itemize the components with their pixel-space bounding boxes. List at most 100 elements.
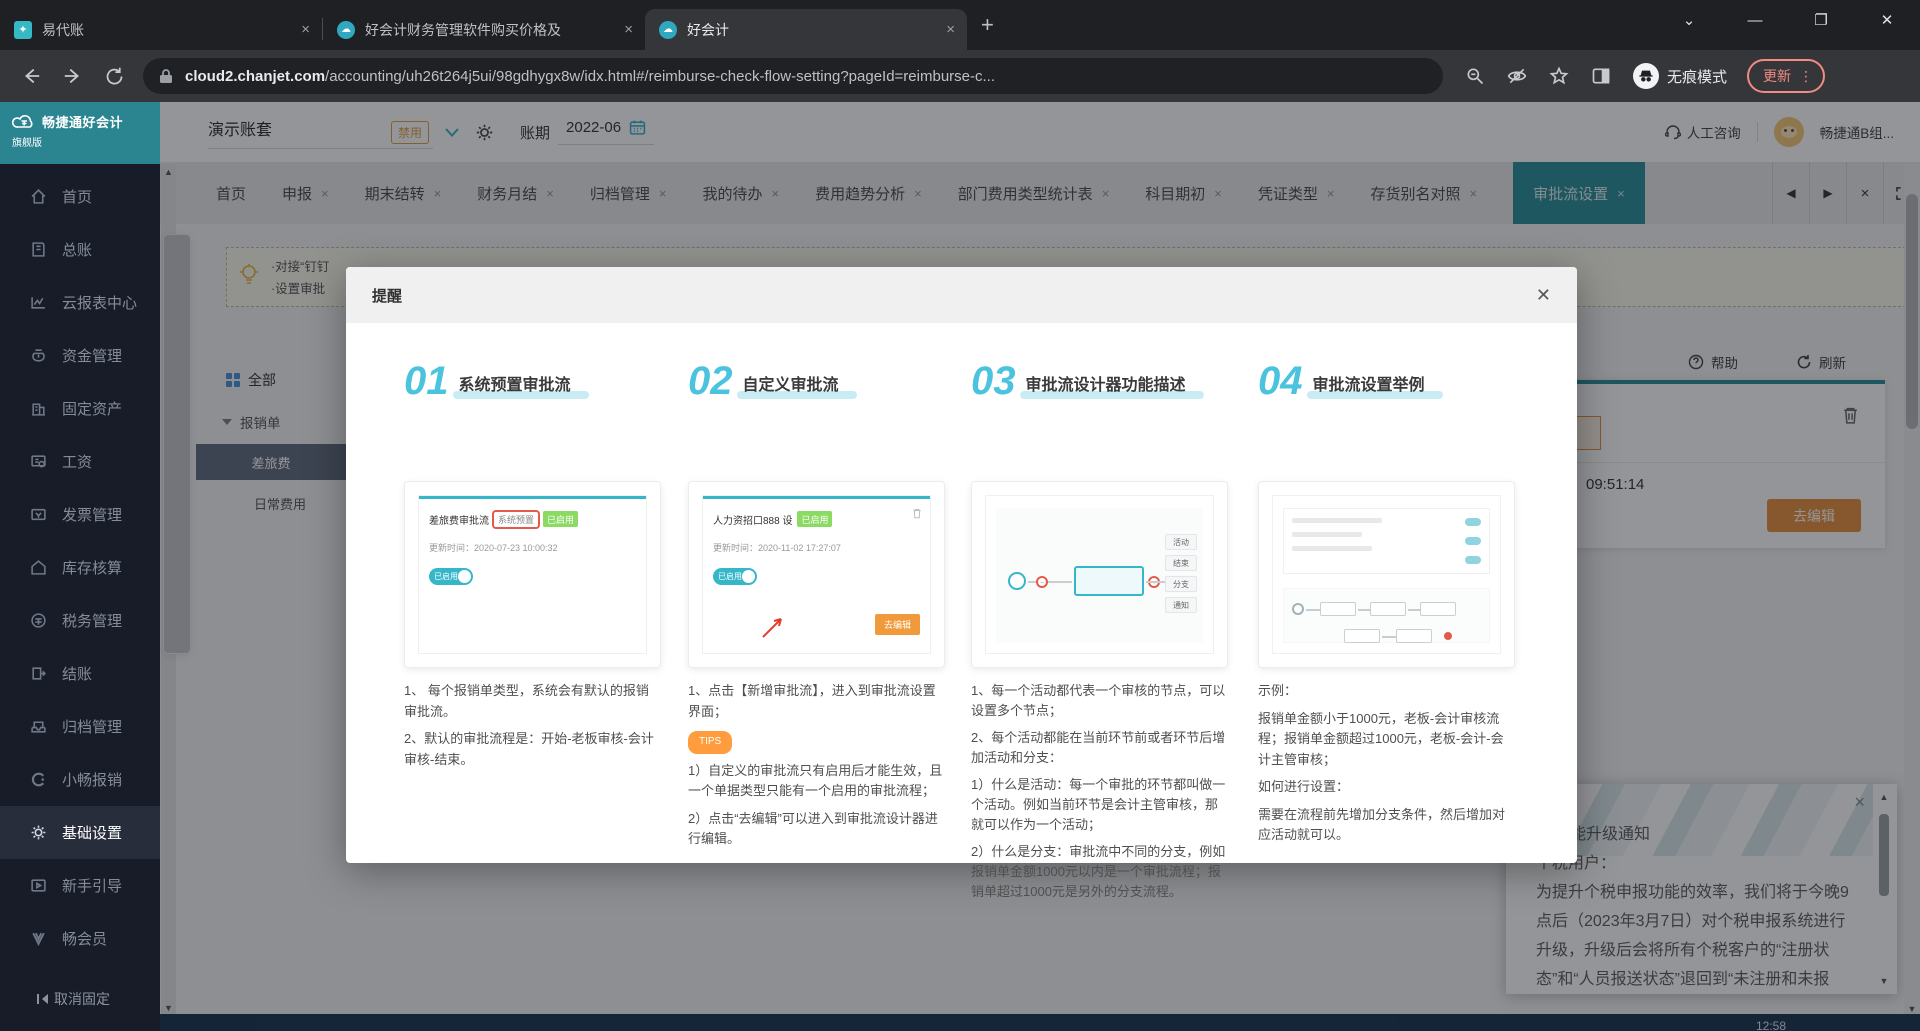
money-bag-icon [30,347,47,364]
reload-button[interactable] [104,66,125,87]
sidebar-item-tax[interactable]: 税务管理 [0,594,160,647]
enabled-chip: 已启用 [797,511,832,527]
step-header: 02 自定义审批流 [688,355,945,399]
address-bar[interactable]: cloud2.chanjet.com/accounting/uh26t264j5… [143,58,1443,94]
sidebar-item-cloud-reports[interactable]: 云报表中心 [0,276,160,329]
step-text: 1、每一个活动都代表一个审核的节点，可以设置多个节点； 2、每个活动都能在当前环… [971,681,1228,909]
sidebar-item-label: 税务管理 [62,610,122,631]
payroll-icon [30,453,47,470]
haokuaiji-favicon-icon: ☁ [659,21,677,39]
privacy-eye-icon[interactable] [1507,66,1527,86]
step-line: 示例： [1258,681,1515,702]
building-icon [30,400,47,417]
window-controls: ⌄ — ❐ ✕ [1656,0,1920,40]
browser-tab-strip: ✦ 易代账 × ☁ 好会计财务管理软件购买价格及 × ☁ 好会计 × + ⌄ —… [0,0,1920,50]
step-line: 2）点击“去编辑”可以进入到审批流设计器进行编辑。 [688,809,945,850]
unpin-label: 取消固定 [54,989,110,1009]
preset-chip: 系统预置 [494,512,538,527]
sidebar-item-funds[interactable]: 资金管理 [0,329,160,382]
modal-title: 提醒 [372,285,402,306]
incognito-label: 无痕模式 [1667,66,1727,87]
side-panel-icon[interactable] [1591,66,1611,86]
sidebar-item-settings[interactable]: 基础设置 [0,806,160,859]
step-number: 01 [404,363,449,399]
sidebar-item-invoices[interactable]: 发票管理 [0,488,160,541]
step-column-3: 03 审批流设计器功能描述 − + 活动 结束 分支 [971,355,1228,399]
step-line: 1）自定义的审批流只有启用后才能生效，且一个单据类型只能有一个启用的审批流程； [688,761,945,802]
reimburse-icon [30,771,47,788]
sidebar-item-onboarding[interactable]: 新手引导 [0,859,160,912]
maximize-button[interactable]: ❐ [1788,11,1854,29]
tips-badge: TIPS [688,731,732,754]
close-window-button[interactable]: ✕ [1854,11,1920,29]
sidebar-item-fixed-assets[interactable]: 固定资产 [0,382,160,435]
sidebar-item-membership[interactable]: 畅会员 [0,912,160,965]
sidebar-item-label: 畅会员 [62,928,107,949]
step-title: 自定义审批流 [739,371,843,395]
step-line: 如何进行设置： [1258,777,1515,798]
step-title: 系统预置审批流 [455,371,575,395]
warehouse-icon [30,559,47,576]
browser-tab[interactable]: ☁ 好会计财务管理软件购买价格及 × [323,9,645,50]
modal-close-icon[interactable]: ✕ [1536,285,1551,306]
url-path: /accounting/uh26t264j5ui/98gdhygx8w/idx.… [325,68,995,85]
sidebar-menu: 首页 总账 云报表中心 资金管理 固定资产 工资 [0,164,160,965]
step-number: 02 [688,363,733,399]
lock-icon [159,68,173,84]
step-number: 03 [971,363,1016,399]
step-line: 2、默认的审批流程是：开始-老板审核-会计审核-结束。 [404,729,661,770]
kebab-menu-icon[interactable]: ⋮ [1799,68,1813,85]
flow-diagram: − + 活动 结束 分支 通知 [996,508,1203,643]
flow-menu-item: 分支 [1165,576,1197,592]
sidebar-item-general-ledger[interactable]: 总账 [0,223,160,276]
minimize-button[interactable]: — [1722,12,1788,29]
browser-menu-chevron-icon[interactable]: ⌄ [1656,11,1722,29]
sidebar-item-archive[interactable]: 归档管理 [0,700,160,753]
step-thumbnail: 差旅费审批流 系统预置 已启用 更新时间：2020-07-23 10:00:32… [404,481,661,668]
thumb-updated-time: 更新时间：2020-11-02 17:27:07 [713,541,920,554]
sidebar-item-label: 发票管理 [62,504,122,525]
sidebar-item-payroll[interactable]: 工资 [0,435,160,488]
sidebar-item-inventory[interactable]: 库存核算 [0,541,160,594]
new-tab-button[interactable]: + [981,12,994,38]
tab-close-icon[interactable]: × [624,21,633,38]
back-button[interactable] [20,65,42,87]
step-column-4: 04 审批流设置举例 [1258,355,1515,399]
browser-update-button[interactable]: 更新 ⋮ [1747,59,1825,93]
step-title: 审批流设计器功能描述 [1022,371,1190,395]
modal-header: 提醒 ✕ [346,267,1577,323]
sidebar-item-label: 基础设置 [62,822,122,843]
unpin-sidebar-button[interactable]: 取消固定 [36,989,110,1009]
sidebar-item-label: 结账 [62,663,92,684]
profile-area[interactable]: 无痕模式 [1633,63,1727,89]
step-text: 示例： 报销单金额小于1000元，老板-会计审核流程；报销单金额超过1000元，… [1258,681,1515,853]
brand-name: 畅捷通好会计 [42,112,123,131]
guide-play-icon [30,877,47,894]
mini-settings-panel [1283,508,1490,574]
sidebar-item-label: 资金管理 [62,345,122,366]
tab-close-icon[interactable]: × [301,21,310,38]
sidebar-item-label: 小畅报销 [62,769,122,790]
url-text: cloud2.chanjet.com/accounting/uh26t264j5… [185,68,995,85]
sidebar-item-label: 云报表中心 [62,292,137,313]
step-header: 03 审批流设计器功能描述 [971,355,1228,399]
browser-tab-active[interactable]: ☁ 好会计 × [645,9,967,50]
bookmark-star-icon[interactable] [1549,66,1569,86]
brand-block: 畅捷通好会计 旗舰版 [0,102,160,164]
step-line: 报销单金额小于1000元，老板-会计审核流程；报销单金额超过1000元，老板-会… [1258,709,1515,771]
sidebar-item-label: 固定资产 [62,398,122,419]
sidebar-item-label: 工资 [62,451,92,472]
browser-tab[interactable]: ✦ 易代账 × [0,9,322,50]
sidebar-item-home[interactable]: 首页 [0,170,160,223]
sidebar-item-xiaochang-reimburse[interactable]: 小畅报销 [0,753,160,806]
tab-close-icon[interactable]: × [946,21,955,38]
sidebar-item-closing[interactable]: 结账 [0,647,160,700]
step-title: 审批流设置举例 [1309,371,1429,395]
find-in-page-icon[interactable] [1465,66,1485,86]
flow-menu: 活动 结束 分支 通知 [1165,534,1197,613]
step-column-2: 02 自定义审批流 人力资招口888 设 已启用 更新时间：2020-11-02… [688,355,945,399]
thumb-doc-title: 人力资招口888 设 [713,512,792,527]
forward-button[interactable] [62,65,84,87]
invoice-icon [30,506,47,523]
thumb-updated-time: 更新时间：2020-07-23 10:00:32 [429,541,636,554]
